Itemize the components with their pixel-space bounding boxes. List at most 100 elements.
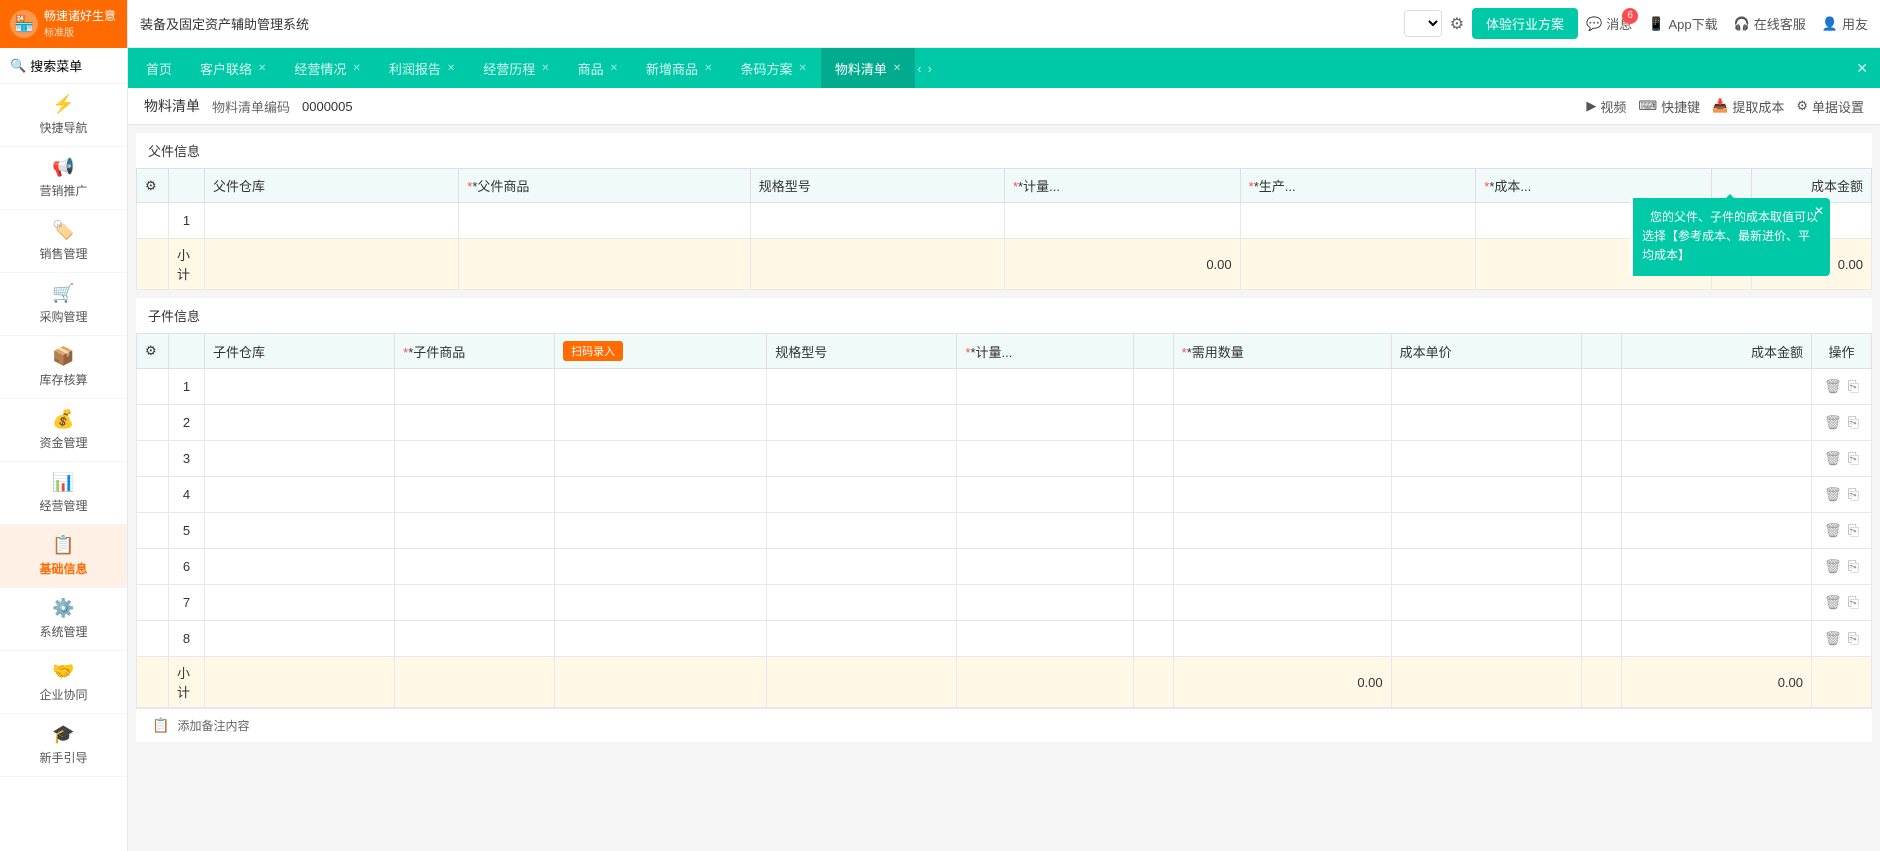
experience-btn[interactable]: 体验行业方案 bbox=[1472, 8, 1578, 39]
child-row-spec[interactable] bbox=[767, 369, 957, 405]
tab-bom[interactable]: 物料清单 ✕ bbox=[821, 48, 915, 88]
child-row-warehouse[interactable] bbox=[205, 369, 395, 405]
sidebar-item-sales[interactable]: 🏷️ 销售管理 bbox=[0, 210, 127, 273]
child-row-unit[interactable] bbox=[957, 477, 1133, 513]
child-row-warehouse[interactable] bbox=[205, 621, 395, 657]
message-btn[interactable]: 💬 6 消息 bbox=[1586, 14, 1632, 33]
sidebar-item-system[interactable]: ⚙️ 系统管理 bbox=[0, 588, 127, 651]
sidebar-search[interactable]: 🔍 搜索菜单 bbox=[0, 48, 127, 84]
child-row-unit-cost[interactable] bbox=[1391, 549, 1581, 585]
tab-goods-close[interactable]: ✕ bbox=[610, 63, 618, 74]
child-row-qty[interactable] bbox=[1173, 585, 1391, 621]
tab-barcode-close[interactable]: ✕ bbox=[798, 63, 806, 74]
tab-op-status-close[interactable]: ✕ bbox=[352, 63, 360, 74]
nav-next-icon[interactable]: › bbox=[926, 61, 934, 76]
tab-profit-close[interactable]: ✕ bbox=[447, 63, 455, 74]
delete-icon[interactable]: 🗑 bbox=[1824, 594, 1842, 611]
child-row-product[interactable] bbox=[395, 549, 555, 585]
copy-icon[interactable]: ⎘ bbox=[1848, 450, 1859, 467]
child-row-warehouse[interactable] bbox=[205, 441, 395, 477]
copy-icon[interactable]: ⎘ bbox=[1848, 378, 1859, 395]
child-row-warehouse[interactable] bbox=[205, 477, 395, 513]
app-download-btn[interactable]: 📱 App下载 bbox=[1648, 14, 1717, 33]
delete-icon[interactable]: 🗑 bbox=[1824, 378, 1842, 395]
copy-icon[interactable]: ⎘ bbox=[1848, 522, 1859, 539]
video-btn[interactable]: ▶ 视频 bbox=[1586, 97, 1626, 116]
copy-icon[interactable]: ⎘ bbox=[1848, 414, 1859, 431]
child-row-product[interactable] bbox=[395, 441, 555, 477]
child-row-product[interactable] bbox=[395, 513, 555, 549]
sidebar-item-purchase[interactable]: 🛒 采购管理 bbox=[0, 273, 127, 336]
sidebar-item-inventory[interactable]: 📦 库存核算 bbox=[0, 336, 127, 399]
child-row-product[interactable] bbox=[395, 621, 555, 657]
shortcut-btn[interactable]: ⌨ 快捷键 bbox=[1638, 97, 1700, 116]
child-row-spec[interactable] bbox=[767, 621, 957, 657]
child-row-qty[interactable] bbox=[1173, 621, 1391, 657]
child-row-warehouse[interactable] bbox=[205, 585, 395, 621]
child-row-qty[interactable] bbox=[1173, 441, 1391, 477]
parent-row-unit[interactable] bbox=[1004, 203, 1240, 239]
tab-operation-status[interactable]: 经营情况 ✕ bbox=[280, 48, 374, 88]
child-row-unit[interactable] bbox=[957, 513, 1133, 549]
child-col-scan-btn[interactable]: 扫码录入 bbox=[555, 334, 767, 369]
delete-icon[interactable]: 🗑 bbox=[1824, 558, 1842, 575]
sidebar-item-marketing[interactable]: 📢 营销推广 bbox=[0, 147, 127, 210]
tab-operation-history[interactable]: 经营历程 ✕ bbox=[469, 48, 563, 88]
child-row-spec[interactable] bbox=[767, 549, 957, 585]
child-row-spec[interactable] bbox=[767, 477, 957, 513]
delete-icon[interactable]: 🗑 bbox=[1824, 522, 1842, 539]
tab-customer-close[interactable]: ✕ bbox=[258, 63, 266, 74]
child-row-unit-cost[interactable] bbox=[1391, 441, 1581, 477]
child-row-spec[interactable] bbox=[767, 585, 957, 621]
delete-icon[interactable]: 🗑 bbox=[1824, 486, 1842, 503]
child-row-warehouse[interactable] bbox=[205, 549, 395, 585]
child-row-product[interactable] bbox=[395, 585, 555, 621]
system-select[interactable] bbox=[1404, 10, 1442, 37]
child-row-product[interactable] bbox=[395, 405, 555, 441]
child-row-spec[interactable] bbox=[767, 405, 957, 441]
child-row-unit[interactable] bbox=[957, 585, 1133, 621]
child-row-unit-cost[interactable] bbox=[1391, 585, 1581, 621]
tab-customer[interactable]: 客户联络 ✕ bbox=[186, 48, 280, 88]
gear-icon[interactable]: ⚙ bbox=[1450, 14, 1464, 34]
user-menu[interactable]: 👤 用友 bbox=[1822, 14, 1868, 33]
child-row-qty[interactable] bbox=[1173, 405, 1391, 441]
delete-icon[interactable]: 🗑 bbox=[1824, 414, 1842, 431]
tooltip-close-btn[interactable]: ✕ bbox=[1814, 202, 1824, 221]
child-row-unit-cost[interactable] bbox=[1391, 513, 1581, 549]
child-row-product[interactable] bbox=[395, 369, 555, 405]
child-row-unit[interactable] bbox=[957, 405, 1133, 441]
child-row-product[interactable] bbox=[395, 477, 555, 513]
child-row-qty[interactable] bbox=[1173, 549, 1391, 585]
note-placeholder[interactable]: 添加备注内容 bbox=[177, 717, 249, 734]
child-row-unit-cost[interactable] bbox=[1391, 477, 1581, 513]
close-tab-btn[interactable]: ✕ bbox=[1848, 60, 1876, 77]
sidebar-item-finance[interactable]: 💰 资金管理 bbox=[0, 399, 127, 462]
child-row-unit[interactable] bbox=[957, 369, 1133, 405]
sidebar-item-enterprise[interactable]: 🤝 企业协同 bbox=[0, 651, 127, 714]
delete-icon[interactable]: 🗑 bbox=[1824, 450, 1842, 467]
scan-input-btn[interactable]: 扫码录入 bbox=[563, 341, 623, 361]
sidebar-item-operation[interactable]: 📊 经营管理 bbox=[0, 462, 127, 525]
copy-icon[interactable]: ⎘ bbox=[1848, 486, 1859, 503]
child-row-warehouse[interactable] bbox=[205, 513, 395, 549]
parent-row-warehouse[interactable] bbox=[205, 203, 459, 239]
tab-add-goods-close[interactable]: ✕ bbox=[704, 63, 712, 74]
child-row-qty[interactable] bbox=[1173, 369, 1391, 405]
child-row-qty[interactable] bbox=[1173, 477, 1391, 513]
tab-goods[interactable]: 商品 ✕ bbox=[564, 48, 632, 88]
copy-icon[interactable]: ⎘ bbox=[1848, 630, 1859, 647]
parent-row-produce[interactable] bbox=[1240, 203, 1476, 239]
child-row-unit-cost[interactable] bbox=[1391, 369, 1581, 405]
child-row-warehouse[interactable] bbox=[205, 405, 395, 441]
tab-barcode[interactable]: 条码方案 ✕ bbox=[726, 48, 820, 88]
child-row-unit-cost[interactable] bbox=[1391, 405, 1581, 441]
child-row-qty[interactable] bbox=[1173, 513, 1391, 549]
child-row-spec[interactable] bbox=[767, 513, 957, 549]
tab-home[interactable]: 首页 bbox=[132, 48, 186, 88]
child-row-unit[interactable] bbox=[957, 549, 1133, 585]
copy-icon[interactable]: ⎘ bbox=[1848, 594, 1859, 611]
doc-settings-btn[interactable]: ⚙ 单据设置 bbox=[1796, 97, 1864, 116]
extract-cost-btn[interactable]: 📥 提取成本 bbox=[1712, 97, 1784, 116]
child-row-unit[interactable] bbox=[957, 441, 1133, 477]
